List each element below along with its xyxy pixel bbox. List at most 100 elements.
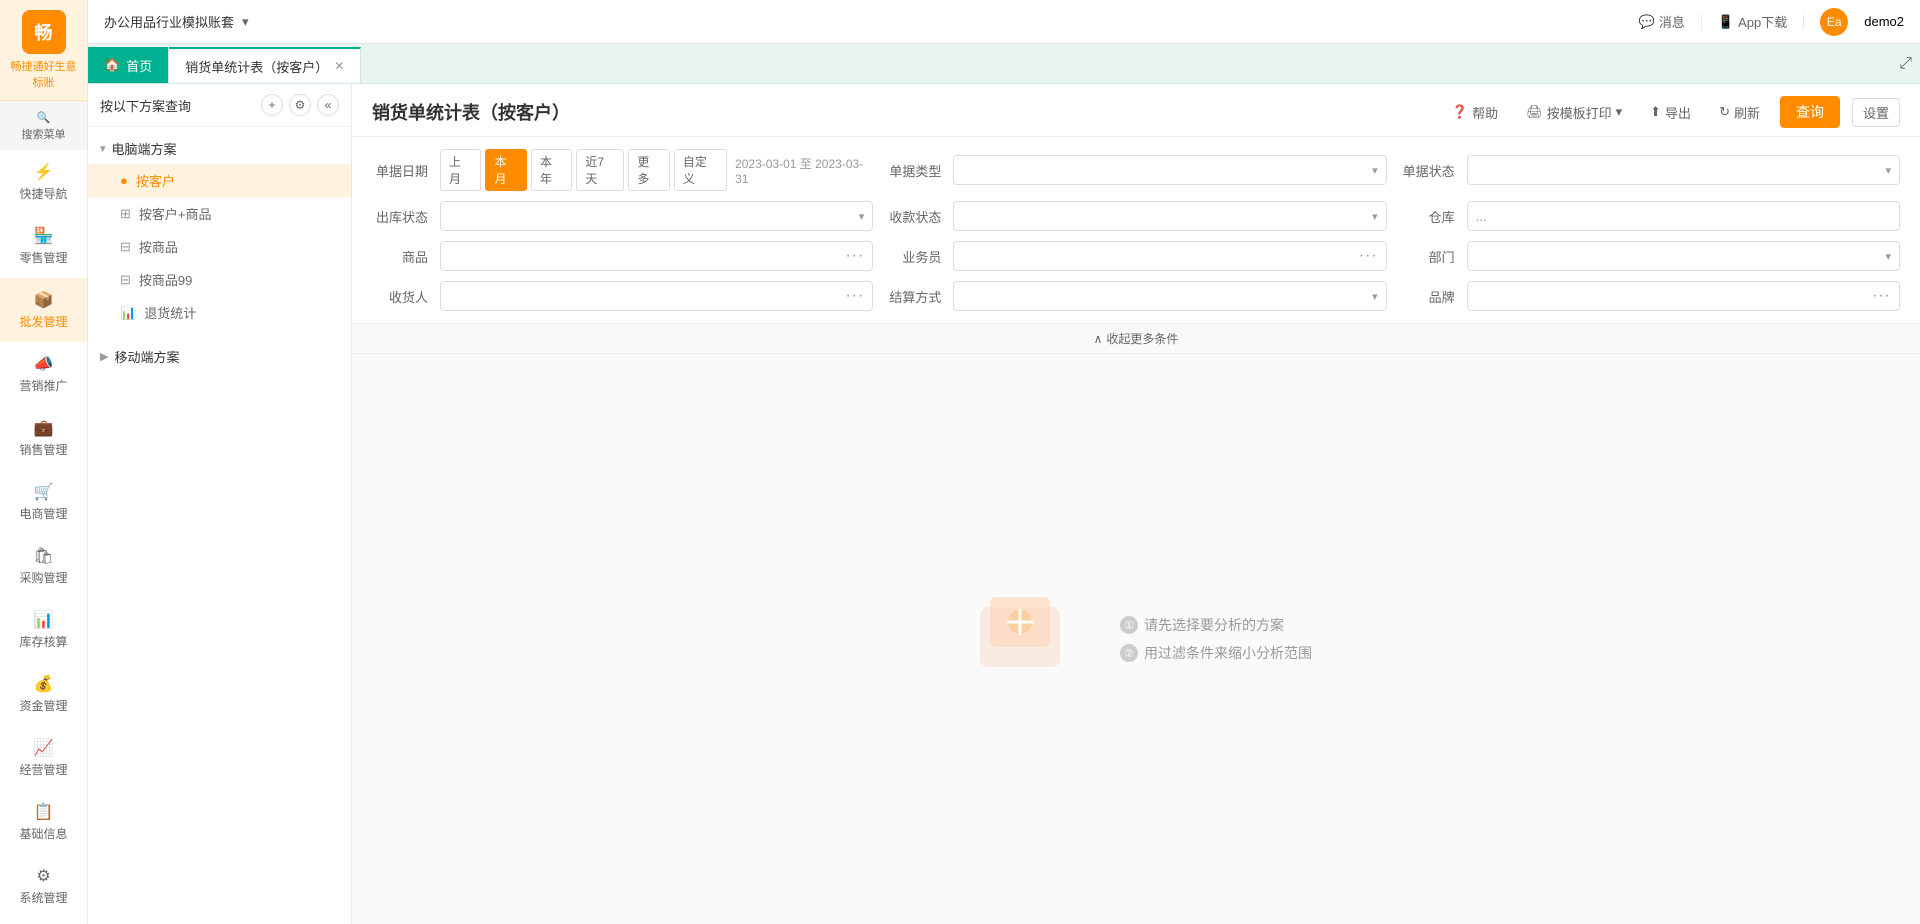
tab-home[interactable]: 🏠 首页 [88, 47, 169, 83]
doc-type-col: ▾ [953, 155, 1386, 185]
date-label: 单据日期 [372, 161, 428, 180]
warehouse-select[interactable]: ... [1467, 201, 1900, 231]
empty-illustration [960, 567, 1080, 711]
sidebar-item-ecommerce[interactable]: 🛒 电商管理 [0, 470, 87, 534]
doc-status-select[interactable]: ▾ [1467, 155, 1900, 185]
brand-select[interactable]: ··· [1467, 281, 1900, 311]
date-btn-last-month[interactable]: 上月 [440, 149, 481, 191]
home-icon: 🏠 [104, 57, 120, 73]
help-button[interactable]: ❓ 帮助 [1444, 99, 1506, 126]
scheme-panel: 按以下方案查询 + ⚙ « ▾ 电脑端方案 ● 按客户 ⊞ 按客户 [88, 84, 352, 924]
list-icon: ⊟ [120, 239, 131, 255]
receiver-label: 收货人 [372, 287, 428, 306]
sidebar-item-inventory[interactable]: 📊 库存核算 [0, 598, 87, 662]
stock-status-arrow-icon: ▾ [859, 210, 865, 223]
settlement-select[interactable]: ▾ [953, 281, 1386, 311]
scheme-group-mobile-header[interactable]: ▶ 移动端方案 [88, 341, 351, 372]
finance-icon: 💰 [34, 674, 54, 694]
sidebar-item-system[interactable]: ⚙ 系统管理 [0, 854, 87, 918]
date-btn-more[interactable]: 更多 [628, 149, 669, 191]
date-control: 上月 本月 本年 近7天 更多 自定义 2023-03-01 至 2023-03… [440, 149, 873, 191]
payment-status-select[interactable]: ▾ [953, 201, 1386, 231]
query-button[interactable]: 查询 [1780, 96, 1840, 128]
settings-button[interactable]: 设置 [1852, 98, 1900, 127]
help-icon: ❓ [1452, 104, 1468, 120]
receiver-select[interactable]: ··· [440, 281, 873, 311]
salesman-label: 业务员 [885, 247, 941, 266]
tab-close-button[interactable]: ✕ [334, 59, 344, 73]
message-button[interactable]: 💬 消息 [1639, 12, 1685, 31]
product-label: 商品 [372, 247, 428, 266]
sidebar-logo: 畅 畅捷通好生意标账 [0, 0, 87, 101]
sidebar-item-wholesale[interactable]: 📦 批发管理 [0, 278, 87, 342]
sidebar-item-nav[interactable]: ⚡ 快捷导航 [0, 150, 87, 214]
main-body: ① 请先选择要分析的方案 ② 用过滤条件来缩小分析范围 [352, 354, 1920, 924]
topbar-left: 办公用品行业模拟账套 ▾ [104, 12, 249, 31]
empty-state-container: ① 请先选择要分析的方案 ② 用过滤条件来缩小分析范围 [960, 567, 1312, 711]
scheme-item-by-product[interactable]: ⊟ 按商品 [88, 230, 351, 263]
receiver-col: ··· [440, 281, 873, 311]
scheme-item-by-customer-product[interactable]: ⊞ 按客户+商品 [88, 197, 351, 230]
doc-type-select[interactable]: ▾ [953, 155, 1386, 185]
warehouse-placeholder: ... [1476, 209, 1487, 224]
stock-status-select[interactable]: ▾ [440, 201, 873, 231]
search-icon: 🔍 [37, 111, 51, 124]
scheme-item-return-stats[interactable]: 📊 退货统计 [88, 296, 351, 329]
tab-sales-stat[interactable]: 销货单统计表（按客户） ✕ [169, 47, 361, 83]
sidebar-item-marketing[interactable]: 📣 营销推广 [0, 342, 87, 406]
purchase-icon: 🛍 [33, 546, 53, 566]
sidebar-item-sales[interactable]: 💼 销售管理 [0, 406, 87, 470]
chevron-right-icon: ▶ [100, 350, 108, 363]
warehouse-label: 仓库 [1399, 207, 1455, 226]
template-print-button[interactable]: 🖨 按模板打印 ▾ [1518, 99, 1630, 126]
refresh-button[interactable]: ↻ 刷新 [1711, 99, 1768, 126]
scheme-group-desktop-header[interactable]: ▾ 电脑端方案 [88, 133, 351, 164]
divider [1701, 14, 1702, 30]
active-indicator-icon: ● [120, 173, 128, 188]
export-button[interactable]: ⬆ 导出 [1642, 99, 1699, 126]
sidebar-nav: 🏪 零售管理 📦 批发管理 📣 营销推广 💼 销售管理 🛒 电商管理 🛍 采购管… [0, 214, 87, 924]
date-btn-this-year[interactable]: 本年 [531, 149, 572, 191]
scheme-item-by-product-99[interactable]: ⊟ 按商品99 [88, 263, 351, 296]
scheme-panel-header: 按以下方案查询 + ⚙ « [88, 84, 351, 127]
salesman-select[interactable]: ··· [953, 241, 1386, 271]
scheme-group-mobile: ▶ 移动端方案 [88, 335, 351, 378]
department-select[interactable]: ▾ [1467, 241, 1900, 271]
divider2 [1803, 14, 1804, 30]
sidebar-search[interactable]: 🔍 搜索菜单 [0, 101, 87, 150]
scheme-add-button[interactable]: + [261, 94, 283, 116]
date-btn-7days[interactable]: 近7天 [576, 149, 624, 191]
tab-expand-button[interactable]: ⤢ [1891, 55, 1920, 73]
sidebar-item-finance[interactable]: 💰 资金管理 [0, 662, 87, 726]
doc-type-arrow-icon: ▾ [1372, 164, 1378, 177]
date-btn-this-month[interactable]: 本月 [485, 149, 526, 191]
user-avatar[interactable]: Ea [1820, 8, 1848, 36]
filter-area: 单据日期 上月 本月 本年 近7天 更多 自定义 2023-03-01 至 20… [352, 137, 1920, 324]
scheme-collapse-button[interactable]: « [317, 94, 339, 116]
company-dropdown[interactable]: ▾ [242, 14, 249, 30]
scheme-settings-button[interactable]: ⚙ [289, 94, 311, 116]
sidebar-item-retail[interactable]: 🏪 零售管理 [0, 214, 87, 278]
print-icon: 🖨 [1526, 104, 1543, 120]
collapse-button[interactable]: ∧ 收起更多条件 [1094, 330, 1179, 347]
filter-row-1: 单据日期 上月 本月 本年 近7天 更多 自定义 2023-03-01 至 20… [372, 149, 1900, 191]
download-icon: 📱 [1718, 14, 1734, 30]
sidebar-item-operations[interactable]: 📈 经营管理 [0, 726, 87, 790]
chevron-down-icon: ▾ [100, 142, 106, 155]
collapse-icon: ∧ [1094, 332, 1103, 346]
nav-icon: ⚡ [34, 162, 54, 182]
empty-svg [960, 567, 1080, 687]
date-btn-custom[interactable]: 自定义 [674, 149, 727, 191]
product-dots-icon: ··· [845, 247, 864, 265]
sidebar-item-basic[interactable]: 📋 基础信息 [0, 790, 87, 854]
app-download-button[interactable]: 📱 App下载 [1718, 12, 1787, 31]
sidebar-item-enterprise[interactable]: 🤝 企业协同 [0, 918, 87, 924]
sales-icon: 💼 [34, 418, 54, 438]
sidebar-item-purchase[interactable]: 🛍 采购管理 [0, 534, 87, 598]
hint-num-1: ① [1120, 616, 1138, 634]
product-select[interactable]: ··· [440, 241, 873, 271]
scheme-item-by-customer[interactable]: ● 按客户 [88, 164, 351, 197]
scheme-group-desktop: ▾ 电脑端方案 ● 按客户 ⊞ 按客户+商品 ⊟ 按商品 ⊟ 按商品99 [88, 127, 351, 335]
sidebar: 畅 畅捷通好生意标账 🔍 搜索菜单 ⚡ 快捷导航 🏪 零售管理 📦 批发管理 📣… [0, 0, 88, 924]
topbar-right: 💬 消息 📱 App下载 Ea demo2 [1639, 8, 1904, 36]
